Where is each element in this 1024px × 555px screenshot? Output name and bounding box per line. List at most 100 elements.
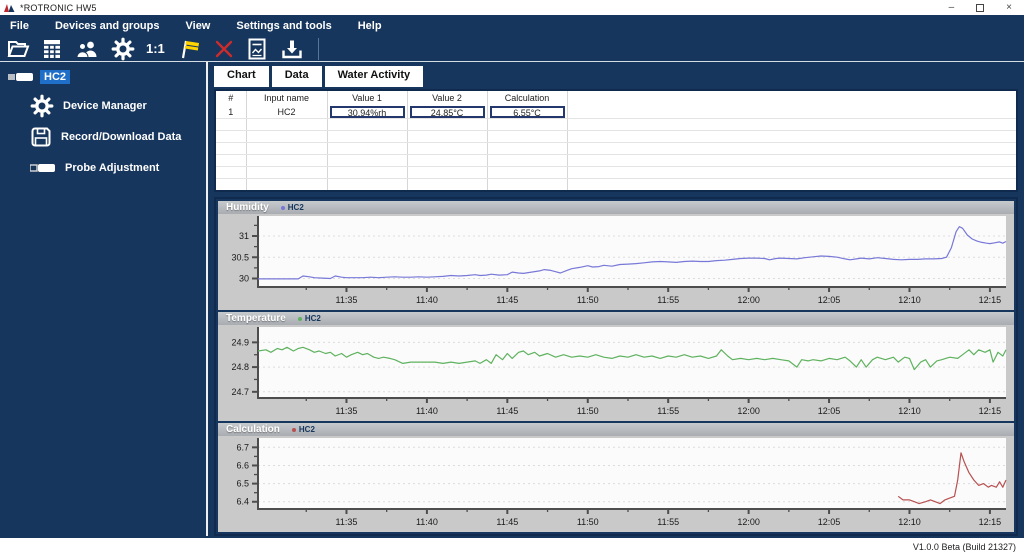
temperature-chart-header: Temperature HC2: [218, 312, 1014, 325]
toolbar-separator: [317, 37, 319, 60]
flag-icon[interactable]: [176, 37, 202, 61]
close-button[interactable]: ×: [1006, 2, 1012, 13]
svg-text:24.7: 24.7: [231, 387, 249, 397]
calculation-chart-panel: Calculation HC2 6.4 6.5 6.6 6.7 11:35 11:40 11…: [218, 423, 1014, 532]
legend-series-name: HC2: [304, 314, 321, 323]
col-header-filler: [567, 91, 1016, 106]
svg-text:11:55: 11:55: [657, 406, 679, 416]
tab-chart[interactable]: Chart: [214, 66, 269, 87]
maximize-button[interactable]: [976, 3, 985, 12]
table-empty-row: [216, 190, 1016, 192]
legend-dot: [280, 205, 285, 210]
svg-text:12:00: 12:00: [737, 517, 760, 527]
svg-text:31: 31: [239, 231, 249, 241]
sidebar-item-label: Device Manager: [63, 100, 147, 112]
svg-text:11:50: 11:50: [577, 295, 599, 305]
menu-settings-and-tools[interactable]: Settings and tools: [236, 20, 331, 32]
tab-water-activity[interactable]: Water Activity: [324, 66, 424, 87]
device-label: HC2: [40, 70, 71, 84]
calculation-chart-legend: HC2: [291, 425, 315, 434]
menu-bar: File Devices and groups View Settings an…: [0, 15, 1024, 36]
svg-text:11:40: 11:40: [416, 295, 438, 305]
svg-text:24.9: 24.9: [231, 337, 249, 347]
table-empty-row: [216, 142, 1016, 155]
svg-text:30: 30: [239, 274, 249, 284]
svg-text:12:10: 12:10: [898, 517, 921, 527]
download-icon[interactable]: [279, 37, 305, 61]
svg-text:11:35: 11:35: [336, 295, 358, 305]
sidebar-item-probe-adjustment[interactable]: Probe Adjustment: [0, 156, 206, 180]
title-bar: *ROTRONIC HW5 – ×: [0, 0, 1024, 15]
svg-text:12:15: 12:15: [979, 295, 1002, 305]
toolbar: 1:1: [0, 36, 1024, 62]
table-header-row: # Input name Value 1 Value 2 Calculation: [216, 90, 1016, 106]
legend-dot: [297, 316, 302, 321]
users-icon[interactable]: [74, 37, 100, 61]
sidebar-item-device-manager[interactable]: Device Manager: [0, 94, 206, 118]
open-folder-icon[interactable]: [6, 37, 30, 61]
row-input-name: HC2: [246, 105, 328, 119]
gear-icon[interactable]: [111, 37, 135, 61]
humidity-chart-legend: HC2: [280, 203, 304, 212]
sidebar-item-label: Probe Adjustment: [65, 162, 160, 174]
version-label: V1.0.0 Beta (Build 21327): [912, 541, 1016, 552]
log-chart-icon[interactable]: [246, 37, 268, 61]
legend-dot: [291, 427, 296, 432]
one-to-one-zoom-button[interactable]: 1:1: [146, 37, 165, 61]
menu-file[interactable]: File: [10, 20, 29, 32]
calculation-chart-title: Calculation: [226, 424, 280, 435]
tab-data[interactable]: Data: [271, 66, 322, 87]
svg-text:12:15: 12:15: [979, 517, 1002, 527]
table-empty-row: [216, 118, 1016, 131]
calculation-reading: 6.55°C: [489, 105, 565, 118]
content-area: HC2 Device Manager Record/Download Data …: [0, 62, 1024, 536]
svg-text:11:35: 11:35: [336, 517, 358, 527]
svg-text:12:05: 12:05: [818, 517, 841, 527]
row-value1: 30.94%rh: [327, 105, 408, 119]
device-tree-sidebar: HC2 Device Manager Record/Download Data …: [0, 62, 208, 536]
sidebar-item-record-download[interactable]: Record/Download Data: [0, 125, 206, 149]
minimize-button[interactable]: –: [949, 2, 955, 13]
temperature-chart-plot[interactable]: 24.7 24.8 24.9 11:35 11:40 11:45 11:50 11:55 12:…: [218, 325, 1014, 421]
charts-panel: Humidity HC2 30 30.5 31 11:35 11:40 11:45 11:5…: [214, 197, 1018, 536]
live-values-table: # Input name Value 1 Value 2 Calculation…: [216, 90, 1016, 192]
table-row[interactable]: 1 HC2 30.94%rh 24.85°C 6.55°C: [216, 105, 1016, 119]
col-header-value1: Value 1: [327, 90, 408, 106]
floppy-icon: [31, 127, 51, 147]
gear-icon: [30, 94, 54, 118]
svg-text:11:40: 11:40: [416, 517, 438, 527]
table-empty-row: [216, 178, 1016, 190]
main-panel: Chart Data Water Activity # Input name V…: [208, 62, 1024, 536]
svg-text:11:55: 11:55: [657, 295, 679, 305]
svg-text:12:15: 12:15: [979, 406, 1002, 416]
humidity-chart-panel: Humidity HC2 30 30.5 31 11:35 11:40 11:45 11:5…: [218, 201, 1014, 310]
svg-text:11:50: 11:50: [577, 517, 599, 527]
humidity-chart-header: Humidity HC2: [218, 201, 1014, 214]
delete-x-icon[interactable]: [213, 37, 235, 61]
row-calculation: 6.55°C: [487, 105, 568, 119]
svg-text:6.7: 6.7: [236, 442, 249, 452]
svg-text:11:45: 11:45: [496, 517, 518, 527]
col-header-input-name: Input name: [246, 90, 328, 106]
svg-text:11:35: 11:35: [336, 406, 358, 416]
svg-text:24.8: 24.8: [231, 362, 249, 372]
sidebar-item-hc2[interactable]: HC2: [0, 70, 206, 84]
svg-text:11:45: 11:45: [496, 295, 518, 305]
menu-view[interactable]: View: [186, 20, 211, 32]
svg-text:11:40: 11:40: [416, 406, 438, 416]
col-header-value2: Value 2: [407, 90, 488, 106]
menu-help[interactable]: Help: [358, 20, 382, 32]
row-value2: 24.85°C: [407, 105, 488, 119]
legend-series-name: HC2: [287, 203, 304, 212]
table-icon[interactable]: [41, 37, 63, 61]
live-values-table-panel: # Input name Value 1 Value 2 Calculation…: [214, 88, 1018, 192]
svg-text:30.5: 30.5: [231, 252, 249, 262]
sidebar-item-label: Record/Download Data: [61, 131, 182, 143]
menu-devices-and-groups[interactable]: Devices and groups: [55, 20, 160, 32]
svg-text:12:00: 12:00: [737, 406, 760, 416]
humidity-chart-plot[interactable]: 30 30.5 31 11:35 11:40 11:45 11:50 11:55 12:00 12…: [218, 214, 1014, 310]
probe-icon: [30, 164, 55, 172]
table-empty-row: [216, 166, 1016, 179]
calculation-chart-plot[interactable]: 6.4 6.5 6.6 6.7 11:35 11:40 11:45 11:50 11:55 12:…: [218, 436, 1014, 532]
calculation-chart-header: Calculation HC2: [218, 423, 1014, 436]
